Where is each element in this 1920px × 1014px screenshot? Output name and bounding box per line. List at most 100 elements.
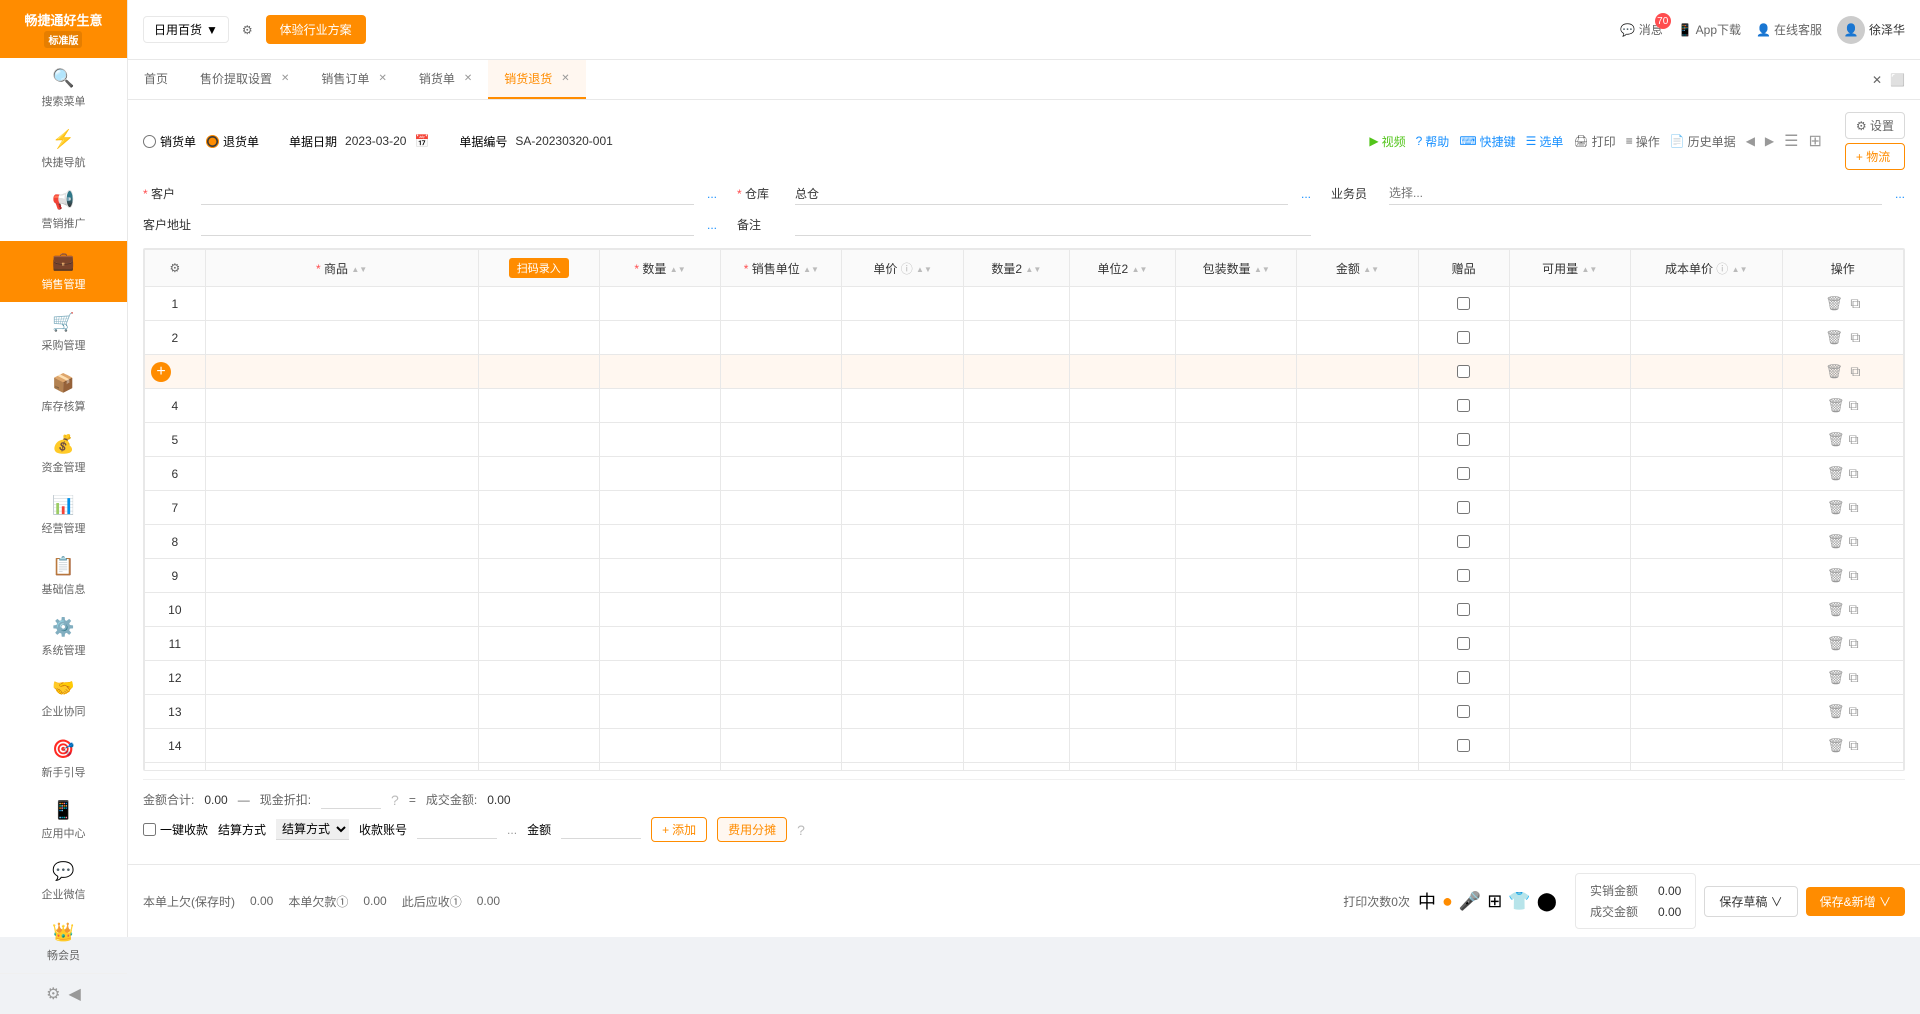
row-delete-btn-8[interactable]: 🗑 — [1825, 531, 1847, 552]
row-gift-checkbox-9[interactable] — [1457, 569, 1470, 582]
row-delete-btn-12[interactable]: 🗑 — [1825, 667, 1847, 688]
row-gift-1[interactable] — [1418, 287, 1509, 321]
row-qty2-2[interactable] — [963, 321, 1069, 355]
row-delete-btn-15[interactable]: 🗑 — [1825, 769, 1847, 771]
toolbar-icon-4[interactable]: ⊞ — [1487, 891, 1502, 912]
row-gift-checkbox-10[interactable] — [1457, 603, 1470, 616]
row-sale-unit-2[interactable] — [721, 321, 842, 355]
row-unit-price-2[interactable] — [842, 321, 963, 355]
row-delete-btn-5[interactable]: 🗑 — [1825, 429, 1847, 450]
row-pack-qty-3[interactable] — [1176, 355, 1297, 389]
sidebar-item-quick-nav[interactable]: ⚡ 快捷导航 — [0, 119, 127, 180]
row-gift-checkbox-1[interactable] — [1457, 297, 1470, 310]
sidebar-item-search-menu[interactable]: 🔍 搜索菜单 — [0, 58, 127, 119]
goods-sort[interactable]: ▲▼ — [351, 265, 367, 274]
sidebar-item-purchase-mgmt[interactable]: 🛒 采购管理 — [0, 302, 127, 363]
row-copy-btn-8[interactable]: ⧉ — [1847, 531, 1861, 552]
amount-sort[interactable]: ▲▼ — [1363, 265, 1379, 274]
row-goods-input-3[interactable] — [212, 365, 472, 379]
row-qty-3[interactable] — [599, 355, 720, 389]
row-gift-checkbox-4[interactable] — [1457, 399, 1470, 412]
row-gift-checkbox-12[interactable] — [1457, 671, 1470, 684]
toolbar-icon-2[interactable]: ● — [1442, 891, 1453, 912]
sidebar-item-basic-info[interactable]: 📋 基础信息 — [0, 546, 127, 607]
daily-goods-selector[interactable]: 日用百货 ▼ — [143, 16, 229, 43]
row-unit-price-1[interactable] — [842, 287, 963, 321]
warehouse-input[interactable] — [795, 182, 1288, 205]
row-copy-btn-12[interactable]: ⧉ — [1847, 667, 1861, 688]
row-delete-btn-11[interactable]: 🗑 — [1825, 633, 1847, 654]
settings-btn[interactable]: ⚙ 设置 — [1845, 112, 1905, 139]
tab-price-settings-close[interactable]: ✕ — [281, 73, 289, 84]
row-gift-checkbox-13[interactable] — [1457, 705, 1470, 718]
row-copy-btn-1[interactable]: ⧉ — [1848, 293, 1862, 314]
row-delete-btn-7[interactable]: 🗑 — [1825, 497, 1847, 518]
row-gift-checkbox-2[interactable] — [1457, 331, 1470, 344]
sale-unit-sort[interactable]: ▲▼ — [803, 265, 819, 274]
remark-input[interactable] — [795, 213, 1311, 236]
row-delete-btn-14[interactable]: 🗑 — [1825, 735, 1847, 756]
customer-addr-dots[interactable]: ... — [707, 218, 717, 232]
logistics-btn[interactable]: + 物流 — [1845, 143, 1905, 170]
cost-sort[interactable]: ▲▼ — [1732, 265, 1748, 274]
salesperson-dots[interactable]: ... — [1895, 187, 1905, 201]
sidebar-item-sales-mgmt[interactable]: 💼 销售管理 — [0, 241, 127, 302]
row-goods-1[interactable] — [205, 287, 478, 321]
sidebar-collapse-icon[interactable]: ◀ — [69, 984, 81, 1004]
row-pack-qty-1[interactable] — [1176, 287, 1297, 321]
qty2-sort[interactable]: ▲▼ — [1025, 265, 1041, 274]
row-copy-btn-7[interactable]: ⧉ — [1847, 497, 1861, 518]
tab-price-settings[interactable]: 售价提取设置 ✕ — [184, 60, 305, 99]
save-draft-btn[interactable]: 保存草稿 ∨ — [1704, 886, 1797, 917]
toolbar-icon-6[interactable]: ⬤ — [1537, 891, 1557, 912]
sidebar-item-sys-mgmt[interactable]: ⚙️ 系统管理 — [0, 607, 127, 668]
row-delete-btn-9[interactable]: 🗑 — [1825, 565, 1847, 586]
toolbar-icon-3[interactable]: 🎤 — [1459, 891, 1481, 912]
experience-btn[interactable]: 体验行业方案 — [266, 15, 366, 44]
user-avatar[interactable]: 👤 徐泽华 — [1837, 16, 1905, 44]
row-copy-btn-5[interactable]: ⧉ — [1847, 429, 1861, 450]
calc-method-select[interactable]: 结算方式 — [276, 819, 349, 840]
row-delete-btn-3[interactable]: 🗑 — [1823, 361, 1845, 382]
sidebar-item-enterprise-wechat[interactable]: 💬 企业微信 — [0, 851, 127, 912]
salesperson-input[interactable] — [1389, 182, 1882, 205]
action-shortcut[interactable]: ⌨ 快捷键 — [1459, 133, 1515, 150]
row-gift-2[interactable] — [1418, 321, 1509, 355]
unit-price-sort[interactable]: ▲▼ — [916, 265, 932, 274]
tab-sales-goods[interactable]: 销货单 ✕ — [403, 60, 488, 99]
sidebar-item-changyou-vip[interactable]: 👑 畅会员 — [0, 912, 127, 973]
row-qty-1[interactable] — [599, 287, 720, 321]
row-goods-3[interactable] — [205, 355, 478, 389]
action-help[interactable]: ? 帮助 — [1416, 133, 1450, 150]
row-delete-btn-2[interactable]: 🗑 — [1823, 327, 1845, 348]
header-settings-icon[interactable]: ⚙ — [237, 18, 258, 42]
tab-home[interactable]: 首页 — [128, 60, 184, 99]
cost-split-btn[interactable]: 费用分摊 — [717, 817, 787, 842]
action-video[interactable]: ▶ 视频 — [1369, 133, 1405, 150]
sidebar-item-enterprise-coop[interactable]: 🤝 企业协同 — [0, 668, 127, 729]
row-delete-btn-13[interactable]: 🗑 — [1825, 701, 1847, 722]
row-sale-unit-3[interactable] — [721, 355, 842, 389]
row-copy-btn-13[interactable]: ⧉ — [1847, 701, 1861, 722]
row-delete-btn-1[interactable]: 🗑 — [1823, 293, 1845, 314]
tab-sales-return-close[interactable]: ✕ — [561, 73, 569, 84]
amount-input-footer[interactable] — [561, 820, 641, 839]
app-download-btn[interactable]: 📱 App下载 — [1678, 21, 1741, 38]
row-gift-checkbox-3[interactable] — [1457, 365, 1470, 378]
sidebar-item-ops-mgmt[interactable]: 📊 经营管理 — [0, 485, 127, 546]
cash-discount-input[interactable] — [321, 790, 381, 809]
gear-icon[interactable]: ⚙ — [169, 261, 180, 275]
row-delete-btn-10[interactable]: 🗑 — [1825, 599, 1847, 620]
radio-sale-goods-input[interactable] — [143, 135, 156, 148]
row-gift-checkbox-6[interactable] — [1457, 467, 1470, 480]
row-copy-btn-14[interactable]: ⧉ — [1847, 735, 1861, 756]
toolbar-icon-5[interactable]: 👕 — [1508, 891, 1530, 912]
row-gift-checkbox-5[interactable] — [1457, 433, 1470, 446]
account-no-input[interactable] — [417, 820, 497, 839]
sidebar-item-marketing[interactable]: 📢 营销推广 — [0, 180, 127, 241]
row-gift-checkbox-14[interactable] — [1457, 739, 1470, 752]
row-amount-1[interactable] — [1297, 287, 1418, 321]
one-click-pay-input[interactable] — [143, 823, 156, 836]
row-copy-btn-4[interactable]: ⧉ — [1847, 395, 1861, 416]
row-copy-btn-2[interactable]: ⧉ — [1848, 327, 1862, 348]
